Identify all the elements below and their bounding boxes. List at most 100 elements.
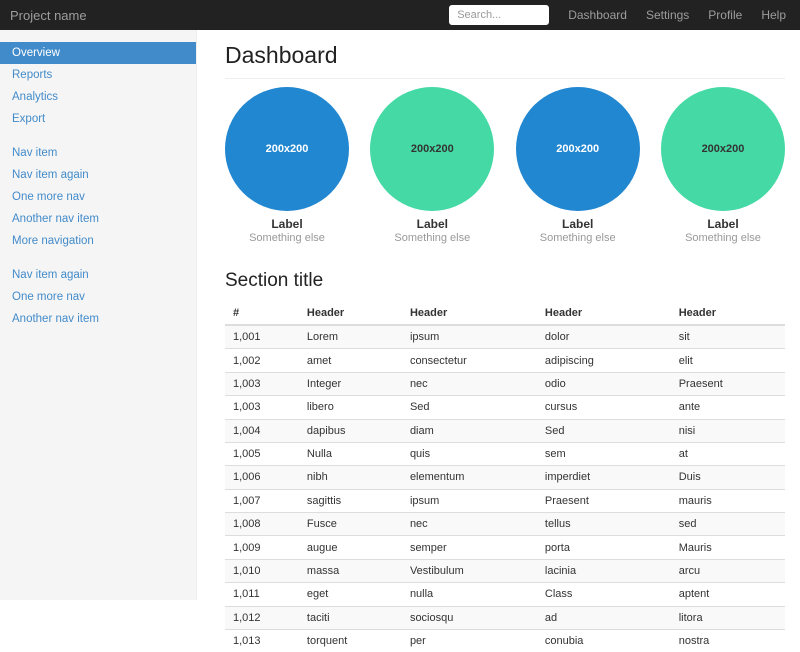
table-cell: 1,005 — [225, 442, 299, 465]
sidebar-item-another-nav-item[interactable]: Another nav item — [0, 308, 196, 330]
table-cell: porta — [537, 536, 671, 559]
table-cell: nulla — [402, 583, 537, 606]
table-cell: 1,004 — [225, 419, 299, 442]
table-cell: consectetur — [402, 349, 537, 372]
table-cell: massa — [299, 559, 402, 582]
table-cell: ante — [671, 396, 785, 419]
table-cell: 1,009 — [225, 536, 299, 559]
table-cell: Lorem — [299, 325, 402, 349]
sidebar-group: Nav itemNav item againOne more navAnothe… — [0, 142, 196, 252]
table-header-row: #HeaderHeaderHeaderHeader — [225, 302, 785, 325]
sidebar-item-reports[interactable]: Reports — [0, 64, 196, 86]
table-cell: 1,003 — [225, 396, 299, 419]
nav-link-settings[interactable]: Settings — [646, 8, 689, 22]
table-cell: 1,002 — [225, 349, 299, 372]
placeholder-circle: 200x200 — [661, 87, 785, 211]
sidebar-item-another-nav-item[interactable]: Another nav item — [0, 208, 196, 230]
sidebar-item-export[interactable]: Export — [0, 108, 196, 130]
table-cell: Praesent — [537, 489, 671, 512]
table-cell: 1,011 — [225, 583, 299, 606]
table-cell: Mauris — [671, 536, 785, 559]
table-cell: sociosqu — [402, 606, 537, 629]
section-title: Section title — [225, 270, 785, 292]
table-cell: nec — [402, 372, 537, 395]
table-row: 1,011egetnullaClassaptent — [225, 583, 785, 606]
card-label: Label — [661, 217, 785, 231]
sidebar-item-one-more-nav[interactable]: One more nav — [0, 186, 196, 208]
table-cell: 1,007 — [225, 489, 299, 512]
table-cell: sem — [537, 442, 671, 465]
sidebar-item-nav-item[interactable]: Nav item — [0, 142, 196, 164]
table-cell: dolor — [537, 325, 671, 349]
table-head: #HeaderHeaderHeaderHeader — [225, 302, 785, 325]
table-cell: Sed — [402, 396, 537, 419]
table-cell: cursus — [537, 396, 671, 419]
table-header-cell: Header — [671, 302, 785, 325]
placeholder-circle: 200x200 — [370, 87, 494, 211]
table-cell: Praesent — [671, 372, 785, 395]
table-header-cell: Header — [537, 302, 671, 325]
table-row: 1,010massaVestibulumlaciniaarcu — [225, 559, 785, 582]
card-label: Label — [225, 217, 349, 231]
table-header-cell: # — [225, 302, 299, 325]
table-cell: ipsum — [402, 325, 537, 349]
table-row: 1,002ametconsecteturadipiscingelit — [225, 349, 785, 372]
sidebar-item-one-more-nav[interactable]: One more nav — [0, 286, 196, 308]
sidebar-item-overview[interactable]: Overview — [0, 42, 196, 64]
placeholder-card: 200x200LabelSomething else — [370, 87, 494, 244]
sidebar-item-more-navigation[interactable]: More navigation — [0, 230, 196, 252]
sidebar-item-analytics[interactable]: Analytics — [0, 86, 196, 108]
main-content: Dashboard 200x200LabelSomething else200x… — [197, 30, 800, 652]
table-cell: Fusce — [299, 513, 402, 536]
table-row: 1,012tacitisociosquadlitora — [225, 606, 785, 629]
top-navbar: Project name Dashboard Settings Profile Hel… — [0, 0, 800, 30]
table-row: 1,001Loremipsumdolorsit — [225, 325, 785, 349]
table-body: 1,001Loremipsumdolorsit1,002ametconsecte… — [225, 325, 785, 652]
nav-link-profile[interactable]: Profile — [708, 8, 742, 22]
table-cell: lacinia — [537, 559, 671, 582]
table-row: 1,003IntegernecodioPraesent — [225, 372, 785, 395]
table-row: 1,013torquentperconubianostra — [225, 629, 785, 652]
table-cell: tellus — [537, 513, 671, 536]
table-cell: 1,003 — [225, 372, 299, 395]
table-cell: torquent — [299, 629, 402, 652]
table-cell: aptent — [671, 583, 785, 606]
table-cell: elementum — [402, 466, 537, 489]
placeholder-card: 200x200LabelSomething else — [516, 87, 640, 244]
table-cell: arcu — [671, 559, 785, 582]
table-cell: Integer — [299, 372, 402, 395]
table-cell: 1,008 — [225, 513, 299, 536]
table-cell: per — [402, 629, 537, 652]
table-cell: litora — [671, 606, 785, 629]
nav-link-help[interactable]: Help — [761, 8, 786, 22]
table-cell: libero — [299, 396, 402, 419]
search-input[interactable] — [449, 5, 549, 25]
table-cell: diam — [402, 419, 537, 442]
placeholder-card: 200x200LabelSomething else — [225, 87, 349, 244]
table-cell: 1,006 — [225, 466, 299, 489]
table-cell: Nulla — [299, 442, 402, 465]
table-cell: quis — [402, 442, 537, 465]
sidebar-item-nav-item-again[interactable]: Nav item again — [0, 164, 196, 186]
table-cell: nisi — [671, 419, 785, 442]
table-cell: taciti — [299, 606, 402, 629]
table-row: 1,007sagittisipsumPraesentmauris — [225, 489, 785, 512]
table-cell: 1,001 — [225, 325, 299, 349]
table-cell: Vestibulum — [402, 559, 537, 582]
brand-title[interactable]: Project name — [0, 8, 97, 23]
sidebar-item-nav-item-again[interactable]: Nav item again — [0, 264, 196, 286]
table-cell: nec — [402, 513, 537, 536]
table-header-cell: Header — [402, 302, 537, 325]
sidebar-group: Nav item againOne more navAnother nav it… — [0, 264, 196, 330]
placeholder-circle: 200x200 — [225, 87, 349, 211]
table-cell: at — [671, 442, 785, 465]
navbar-links: Dashboard Settings Profile Help — [549, 8, 786, 22]
table-row: 1,009auguesemperportaMauris — [225, 536, 785, 559]
table-cell: elit — [671, 349, 785, 372]
table-cell: eget — [299, 583, 402, 606]
table-cell: imperdiet — [537, 466, 671, 489]
nav-link-dashboard[interactable]: Dashboard — [568, 8, 627, 22]
table-cell: ad — [537, 606, 671, 629]
table-row: 1,003liberoSedcursusante — [225, 396, 785, 419]
table-cell: 1,013 — [225, 629, 299, 652]
